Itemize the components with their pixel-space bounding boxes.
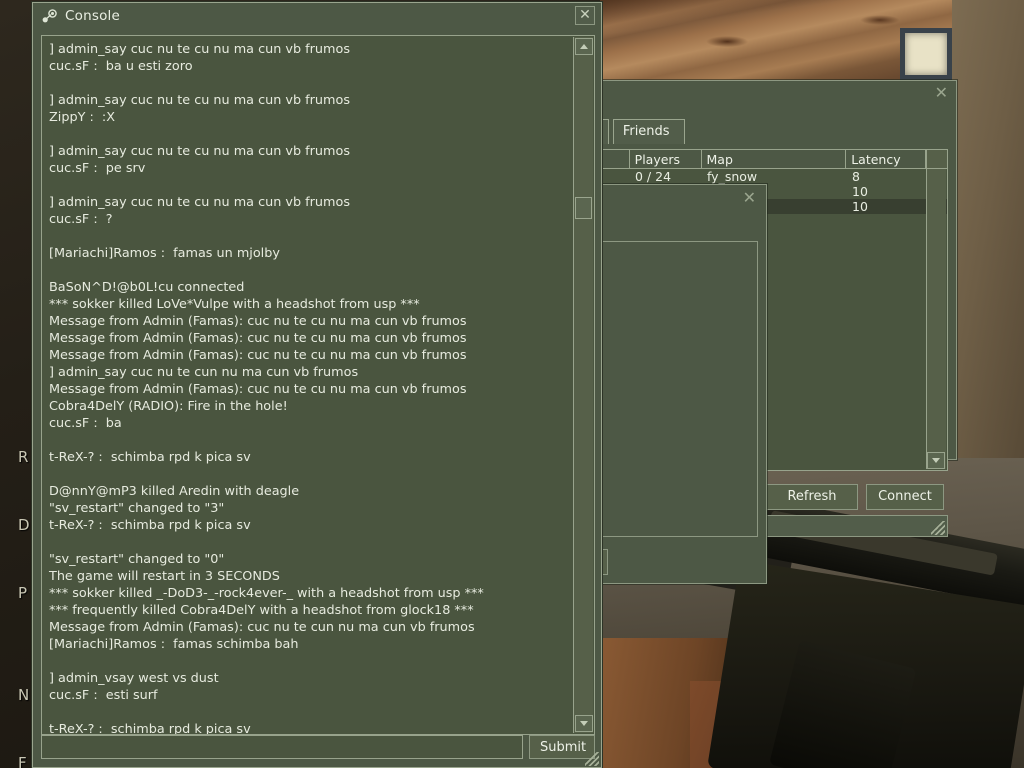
cell-map: fy_snow bbox=[707, 169, 758, 184]
console-line: Message from Admin (Famas): cuc nu te cu… bbox=[49, 348, 467, 363]
console-line: Message from Admin (Famas): cuc nu te cu… bbox=[49, 331, 467, 346]
console-line: ] admin_say cuc nu te cu nu ma cun vb fr… bbox=[49, 195, 351, 210]
scroll-down-button[interactable] bbox=[927, 452, 945, 469]
close-icon: ✕ bbox=[579, 7, 591, 23]
console-line: *** frequently killed Cobra4DelY with a … bbox=[49, 603, 474, 618]
column-header-map[interactable]: Map bbox=[702, 150, 847, 168]
console-line: The game will restart in 3 SECONDS bbox=[49, 569, 280, 584]
console-line: t-ReX-? : schimba rpd k pica sv bbox=[49, 722, 251, 735]
console-line: ] admin_say cuc nu te cu nu ma cun vb fr… bbox=[49, 42, 351, 57]
console-line: D@nnY@mP3 killed Aredin with deagle bbox=[49, 484, 300, 499]
console-scroll-thumb[interactable] bbox=[575, 197, 592, 219]
console-scrollbar[interactable] bbox=[573, 37, 593, 733]
console-scroll-down-button[interactable] bbox=[575, 715, 593, 732]
console-line: *** sokker killed _-DoD3-_-rock4ever-_ w… bbox=[49, 586, 484, 601]
console-output[interactable]: ] admin_say cuc nu te cu nu ma cun vb fr… bbox=[41, 35, 595, 735]
scroll-up-button[interactable] bbox=[926, 150, 948, 168]
cell-latency: 10 bbox=[852, 199, 868, 214]
console-line: cuc.sF : pe srv bbox=[49, 161, 146, 176]
refresh-button[interactable]: Refresh bbox=[766, 484, 858, 510]
hud-radio-menu: R D P N F C C bbox=[18, 448, 30, 768]
console-line: *** sokker killed LoVe*Vulpe with a head… bbox=[49, 297, 420, 312]
cell-latency: 10 bbox=[852, 184, 868, 199]
console-title: Console bbox=[65, 8, 120, 24]
console-window: Console ✕ ] admin_say cuc nu te cu nu ma… bbox=[32, 2, 602, 768]
cell-latency: 8 bbox=[852, 169, 860, 184]
game-screen: R D P N F C C ✕ Spectate Lan Friends Gam… bbox=[0, 0, 1024, 768]
console-line: ] admin_say cuc nu te cu nu ma cun vb fr… bbox=[49, 93, 351, 108]
console-line: cuc.sF : ba bbox=[49, 416, 122, 431]
console-command-input[interactable] bbox=[41, 735, 523, 759]
triangle-down-icon bbox=[932, 458, 940, 463]
console-line: t-ReX-? : schimba rpd k pica sv bbox=[49, 518, 251, 533]
server-browser-buttons: Refresh Connect bbox=[766, 484, 944, 510]
cell-players: 0 / 24 bbox=[635, 169, 672, 184]
console-line: [Mariachi]Ramos : famas un mjolby bbox=[49, 246, 280, 261]
console-line: Message from Admin (Famas): cuc nu te cu… bbox=[49, 314, 467, 329]
console-line: cuc.sF : esti surf bbox=[49, 688, 158, 703]
console-line: Cobra4DelY (RADIO): Fire in the hole! bbox=[49, 399, 288, 414]
console-line: cuc.sF : ba u esti zoro bbox=[49, 59, 193, 74]
console-line: ] admin_say cuc nu te cun nu ma cun vb f… bbox=[49, 365, 359, 380]
tab-friends[interactable]: Friends bbox=[612, 119, 685, 144]
console-line: [Mariachi]Ramos : famas schimba bah bbox=[49, 637, 299, 652]
console-line: t-ReX-? : schimba rpd k pica sv bbox=[49, 450, 251, 465]
console-titlebar[interactable]: Console ✕ bbox=[33, 3, 601, 29]
close-button[interactable]: ✕ bbox=[575, 6, 595, 25]
console-log: ] admin_say cuc nu te cu nu ma cun vb fr… bbox=[49, 41, 568, 735]
triangle-up-icon bbox=[580, 44, 588, 49]
console-scroll-up-button[interactable] bbox=[575, 38, 593, 55]
console-line: "sv_restart" changed to "3" bbox=[49, 501, 225, 516]
scene-window-light bbox=[900, 28, 952, 80]
console-line: Message from Admin (Famas): cuc nu te cu… bbox=[49, 620, 475, 635]
close-icon[interactable]: ✕ bbox=[743, 190, 756, 206]
console-line: Message from Admin (Famas): cuc nu te cu… bbox=[49, 382, 467, 397]
console-entry-row: Submit bbox=[41, 735, 595, 759]
close-icon[interactable]: ✕ bbox=[935, 85, 948, 101]
connect-button[interactable]: Connect bbox=[866, 484, 944, 510]
console-line: cuc.sF : ? bbox=[49, 212, 113, 227]
column-header-latency[interactable]: Latency bbox=[846, 150, 927, 168]
console-line: BaSoN^D!@b0L!cu connected bbox=[49, 280, 245, 295]
console-line: "sv_restart" changed to "0" bbox=[49, 552, 225, 567]
column-header-players[interactable]: Players bbox=[630, 150, 702, 168]
console-line: ] admin_vsay west vs dust bbox=[49, 671, 219, 686]
resize-grip-icon[interactable] bbox=[931, 521, 945, 535]
steam-logo-icon bbox=[42, 8, 58, 24]
console-line: ZippY : :X bbox=[49, 110, 115, 125]
server-list-scrollbar[interactable] bbox=[926, 169, 946, 469]
triangle-down-icon bbox=[580, 721, 588, 726]
resize-grip-icon[interactable] bbox=[585, 752, 599, 766]
console-line: ] admin_say cuc nu te cu nu ma cun vb fr… bbox=[49, 144, 351, 159]
